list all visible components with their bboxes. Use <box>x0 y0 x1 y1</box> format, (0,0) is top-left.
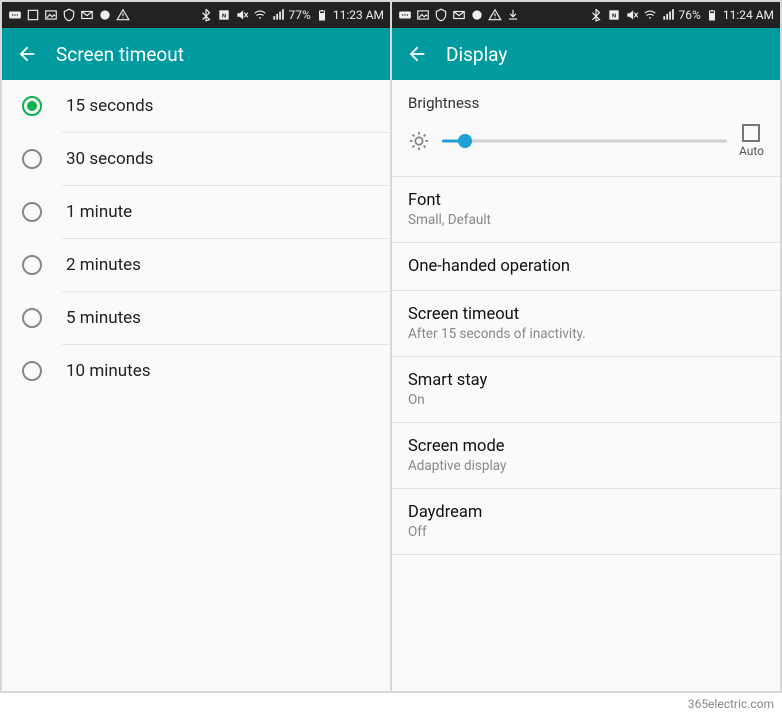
battery-text: 76% <box>679 8 701 22</box>
timeout-option[interactable]: 15 seconds <box>2 80 390 132</box>
radio-icon <box>22 96 42 116</box>
debug-icon <box>26 8 40 22</box>
timeout-option[interactable]: 2 minutes <box>2 239 390 291</box>
setting-title: Screen timeout <box>408 305 764 324</box>
nfc-icon: N <box>607 8 621 22</box>
battery-icon <box>705 8 719 22</box>
timeout-option[interactable]: 5 minutes <box>2 292 390 344</box>
timeout-option-label: 15 seconds <box>66 96 153 116</box>
setting-item[interactable]: One-handed operation <box>392 243 780 290</box>
radio-icon <box>22 361 42 381</box>
image-icon <box>416 8 430 22</box>
timeout-option-label: 5 minutes <box>66 308 141 328</box>
brightness-icon <box>408 130 430 152</box>
radio-icon <box>22 255 42 275</box>
bluetooth-icon <box>589 8 603 22</box>
auto-brightness-checkbox[interactable] <box>742 124 760 142</box>
more-icon <box>8 8 22 22</box>
warning-icon <box>488 8 502 22</box>
bluetooth-icon <box>199 8 213 22</box>
setting-subtitle: On <box>408 392 764 408</box>
app-bar: Display <box>392 28 780 80</box>
setting-subtitle: Adaptive display <box>408 458 764 474</box>
setting-title: Font <box>408 191 764 210</box>
svg-text:N: N <box>221 13 225 19</box>
watermark: 365electric.com <box>688 697 774 711</box>
timeout-option-label: 10 minutes <box>66 361 150 381</box>
timeout-option-label: 30 seconds <box>66 149 153 169</box>
radio-icon <box>22 149 42 169</box>
status-bar: N 76% 11:24 AM <box>392 2 780 28</box>
panel-display: N 76% 11:24 AM Display Brightness <box>392 2 780 691</box>
setting-title: Daydream <box>408 503 764 522</box>
radio-icon <box>22 202 42 222</box>
shield-icon <box>434 8 448 22</box>
shield-icon <box>62 8 76 22</box>
status-bar: N 77% 11:23 AM <box>2 2 390 28</box>
nfc-icon: N <box>217 8 231 22</box>
setting-subtitle: After 15 seconds of inactivity. <box>408 326 764 342</box>
timeout-option[interactable]: 1 minute <box>2 186 390 238</box>
wifi-icon <box>643 8 657 22</box>
svg-text:N: N <box>611 13 615 19</box>
back-icon[interactable] <box>406 43 428 65</box>
warning-icon <box>116 8 130 22</box>
panel-screen-timeout: N 77% 11:23 AM Screen timeout 15 seconds… <box>2 2 390 691</box>
page-title: Display <box>446 43 507 66</box>
app-icon <box>470 8 484 22</box>
signal-icon <box>661 8 675 22</box>
setting-item[interactable]: Daydream Off <box>392 489 780 554</box>
display-settings-list: Brightness Auto Font Small, Default One-ha… <box>392 80 780 691</box>
page-title: Screen timeout <box>56 43 184 66</box>
setting-item[interactable]: Screen timeout After 15 seconds of inacti… <box>392 291 780 356</box>
clock-text: 11:24 AM <box>723 8 774 22</box>
setting-title: Smart stay <box>408 371 764 390</box>
setting-title: One-handed operation <box>408 257 764 276</box>
mail-icon <box>452 8 466 22</box>
timeout-option-label: 2 minutes <box>66 255 141 275</box>
mute-icon <box>235 8 249 22</box>
mute-icon <box>625 8 639 22</box>
mail-icon <box>80 8 94 22</box>
radio-icon <box>22 308 42 328</box>
setting-subtitle: Off <box>408 524 764 540</box>
timeout-option-label: 1 minute <box>66 202 132 222</box>
battery-text: 77% <box>289 8 311 22</box>
timeout-option[interactable]: 10 minutes <box>2 345 390 397</box>
setting-subtitle: Small, Default <box>408 212 764 228</box>
app-icon <box>98 8 112 22</box>
signal-icon <box>271 8 285 22</box>
download-icon <box>506 8 520 22</box>
auto-brightness-label: Auto <box>739 144 764 158</box>
app-bar: Screen timeout <box>2 28 390 80</box>
battery-icon <box>315 8 329 22</box>
back-icon[interactable] <box>16 43 38 65</box>
brightness-label: Brightness <box>392 80 780 114</box>
wifi-icon <box>253 8 267 22</box>
image-icon <box>44 8 58 22</box>
setting-item[interactable]: Smart stay On <box>392 357 780 422</box>
setting-item[interactable]: Screen mode Adaptive display <box>392 423 780 488</box>
brightness-slider[interactable] <box>442 131 727 151</box>
setting-title: Screen mode <box>408 437 764 456</box>
more-icon <box>398 8 412 22</box>
timeout-option[interactable]: 30 seconds <box>2 133 390 185</box>
timeout-options-list: 15 seconds 30 seconds 1 minute 2 minutes 5 m… <box>2 80 390 691</box>
clock-text: 11:23 AM <box>333 8 384 22</box>
setting-item[interactable]: Font Small, Default <box>392 177 780 242</box>
